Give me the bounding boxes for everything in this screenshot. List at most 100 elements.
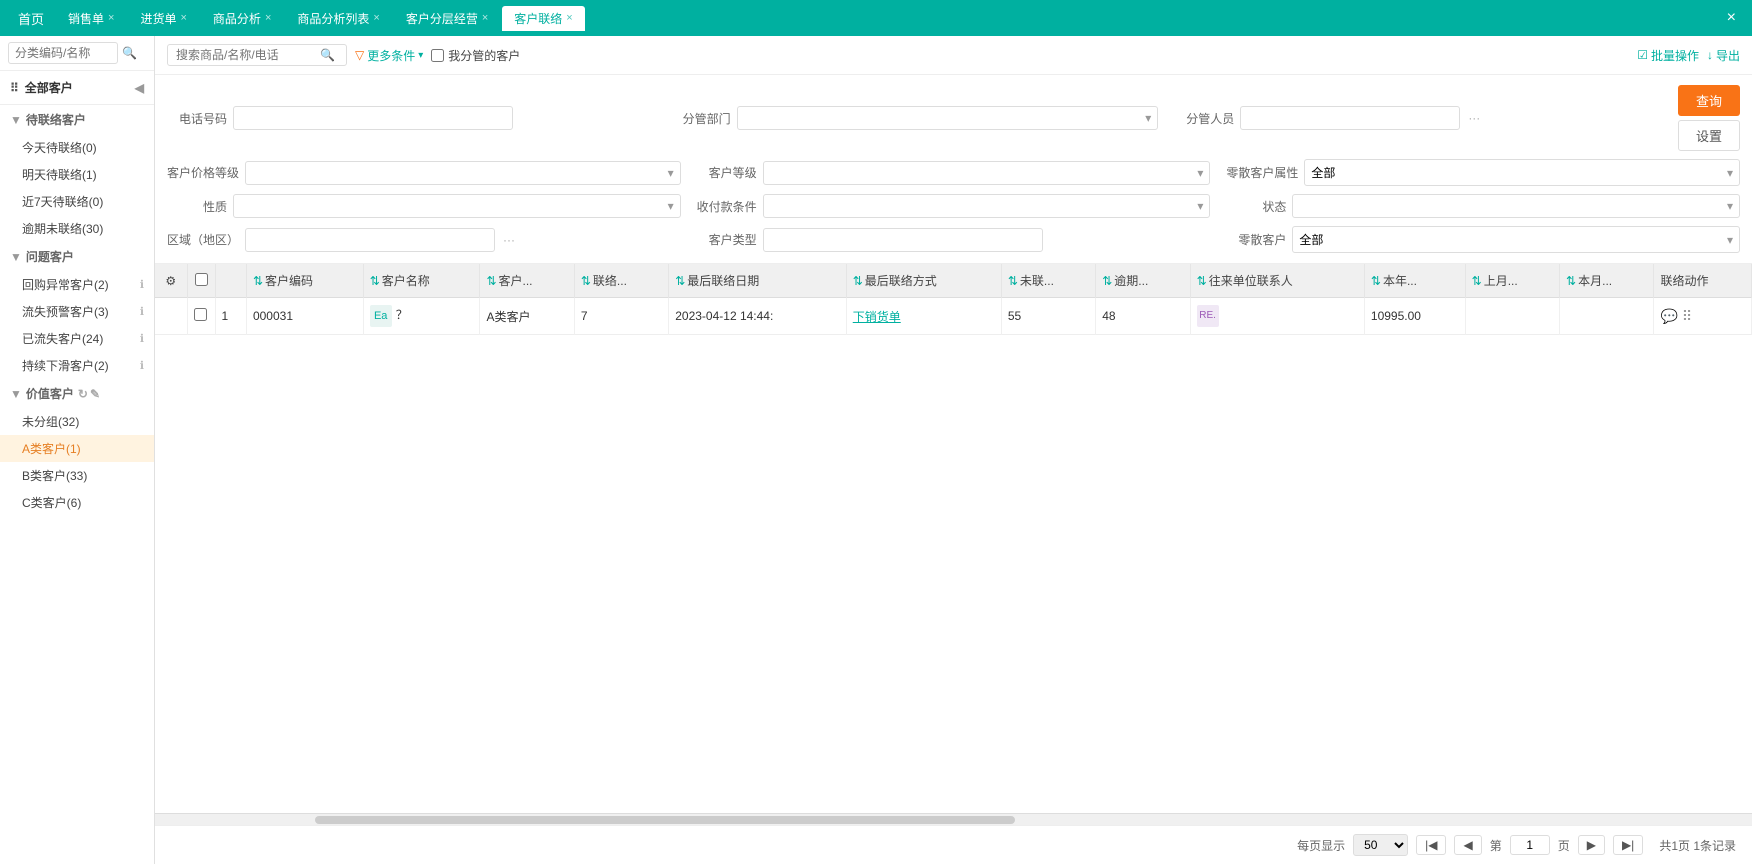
- action-buttons: ☑ 批量操作 ↓ 导出: [1637, 47, 1740, 64]
- more-filters-btn[interactable]: ▽ 更多条件 ▾: [355, 47, 423, 64]
- row-checkbox[interactable]: [194, 308, 207, 321]
- arrow-down-icon2: ▼: [10, 250, 22, 264]
- select-price-level[interactable]: ▾: [245, 161, 681, 185]
- per-page-select[interactable]: 50 100 200: [1353, 834, 1408, 856]
- sidebar-all-customers[interactable]: ⠿ 全部客户 ◀: [0, 71, 154, 105]
- first-page-btn[interactable]: |◀: [1416, 835, 1446, 855]
- td-last-method: 下销货单: [846, 298, 1001, 335]
- field-customer-level: 客户等级 ▾: [697, 161, 1211, 185]
- sidebar-item-abnormal[interactable]: 回购异常客户(2) ℹ: [0, 271, 154, 298]
- dots-icon-manager[interactable]: ···: [1468, 111, 1480, 125]
- nav-tab-customer-contact[interactable]: 客户联络 ×: [502, 6, 584, 31]
- sidebar-item-overdue[interactable]: 逾期未联络(30): [0, 215, 154, 242]
- scrollbar-thumb[interactable]: [315, 816, 1015, 824]
- select-all-checkbox[interactable]: [195, 273, 208, 286]
- select-dept[interactable]: ▾: [737, 106, 1159, 130]
- sidebar-search-icon[interactable]: 🔍: [122, 46, 137, 60]
- label-region: 区域（地区）: [167, 231, 239, 248]
- th-level[interactable]: ⇅客户...: [480, 264, 574, 298]
- close-tab-customer-contact[interactable]: ×: [566, 12, 572, 24]
- th-this-year[interactable]: ⇅本年...: [1364, 264, 1465, 298]
- th-not-contact[interactable]: ⇅未联...: [1001, 264, 1095, 298]
- th-company-contact[interactable]: ⇅往来单位联系人: [1190, 264, 1364, 298]
- nav-tab-product-analysis[interactable]: 商品分析 ×: [201, 6, 283, 31]
- sidebar-search-input[interactable]: [8, 42, 118, 64]
- prev-page-btn[interactable]: ◀: [1454, 835, 1481, 855]
- sidebar-item-churn-warning[interactable]: 流失预警客户(3) ℹ: [0, 298, 154, 325]
- close-tab-sales[interactable]: ×: [108, 12, 114, 24]
- th-overdue[interactable]: ⇅逾期...: [1096, 264, 1190, 298]
- close-all-tabs[interactable]: ×: [1719, 5, 1744, 31]
- collapse-icon: ◀: [135, 81, 144, 95]
- refresh-icon[interactable]: ↻: [78, 387, 88, 401]
- close-tab-product-list[interactable]: ×: [373, 12, 379, 24]
- input-phone[interactable]: [233, 106, 513, 130]
- sidebar-item-tomorrow[interactable]: 明天待联络(1): [0, 161, 154, 188]
- td-level: A类客户: [480, 298, 574, 335]
- td-this-month: [1560, 298, 1654, 335]
- th-name[interactable]: ⇅客户名称: [363, 264, 480, 298]
- th-code[interactable]: ⇅客户编码: [246, 264, 363, 298]
- contact-icon-btn[interactable]: 💬: [1660, 308, 1677, 325]
- chevron-down-icon: ▾: [418, 50, 423, 61]
- sidebar-item-declining[interactable]: 持续下滑客户(2) ℹ: [0, 352, 154, 379]
- section-problem-customers[interactable]: ▼ 问题客户: [0, 242, 154, 271]
- sidebar-search-area: 🔍: [0, 36, 154, 71]
- input-manager[interactable]: [1240, 106, 1460, 130]
- th-last-date[interactable]: ⇅最后联络日期: [669, 264, 847, 298]
- next-page-btn[interactable]: ▶: [1578, 835, 1605, 855]
- section-pending-contact[interactable]: ▼ 待联络客户: [0, 105, 154, 134]
- settings-button[interactable]: 设置: [1678, 120, 1740, 151]
- th-seq: [215, 264, 246, 298]
- main-search-input[interactable]: [176, 48, 316, 62]
- input-region[interactable]: [245, 228, 495, 252]
- select-scatter-attr[interactable]: 全部 ▾: [1304, 159, 1740, 186]
- select-scatter[interactable]: 全部 ▾: [1292, 226, 1740, 253]
- dots-icon-region[interactable]: ···: [503, 233, 515, 247]
- sidebar-item-ungroup[interactable]: 未分组(32): [0, 408, 154, 435]
- last-page-btn[interactable]: ▶|: [1613, 835, 1643, 855]
- more-action-btn[interactable]: ⠿: [1682, 308, 1692, 325]
- nav-tab-sales[interactable]: 销售单 ×: [56, 6, 126, 31]
- nav-home[interactable]: 首页: [8, 5, 54, 32]
- close-tab-purchase[interactable]: ×: [180, 12, 186, 24]
- export-btn[interactable]: ↓ 导出: [1707, 47, 1740, 64]
- my-customers-checkbox[interactable]: [431, 49, 444, 62]
- horizontal-scrollbar[interactable]: [155, 813, 1752, 825]
- th-last-month[interactable]: ⇅上月...: [1465, 264, 1559, 298]
- label-scatter-attr: 零散客户属性: [1226, 164, 1298, 181]
- th-this-month[interactable]: ⇅本月...: [1560, 264, 1654, 298]
- nav-tab-product-list[interactable]: 商品分析列表 ×: [285, 6, 391, 31]
- section-value-customers[interactable]: ▼ 价值客户 ↻ ✎: [0, 379, 154, 408]
- select-nature[interactable]: ▾: [233, 194, 681, 218]
- sidebar-item-class-c[interactable]: C类客户(6): [0, 489, 154, 516]
- page-input[interactable]: [1510, 835, 1550, 855]
- sidebar-item-today[interactable]: 今天待联络(0): [0, 134, 154, 161]
- sidebar-item-class-b[interactable]: B类客户(33): [0, 462, 154, 489]
- per-page-label: 每页显示: [1297, 837, 1345, 854]
- nav-tab-customer-tier[interactable]: 客户分层经营 ×: [394, 6, 500, 31]
- nav-tab-purchase[interactable]: 进货单 ×: [128, 6, 198, 31]
- sidebar-item-class-a[interactable]: A类客户(1): [0, 435, 154, 462]
- th-last-method[interactable]: ⇅最后联络方式: [846, 264, 1001, 298]
- search-button[interactable]: 查询: [1678, 85, 1740, 116]
- label-nature: 性质: [167, 198, 227, 215]
- th-action: 联络动作: [1654, 264, 1752, 298]
- select-customer-level[interactable]: ▾: [763, 161, 1211, 185]
- top-navigation: 首页 销售单 × 进货单 × 商品分析 × 商品分析列表 × 客户分层经营 × …: [0, 0, 1752, 36]
- total-records: 共1页 1条记录: [1659, 837, 1736, 854]
- close-tab-customer-tier[interactable]: ×: [482, 12, 488, 24]
- sidebar-item-7days[interactable]: 近7天待联络(0): [0, 188, 154, 215]
- main-search-icon[interactable]: 🔍: [320, 48, 335, 62]
- select-status[interactable]: ▾: [1292, 194, 1740, 218]
- td-contact: 7: [574, 298, 668, 335]
- th-contact[interactable]: ⇅联络...: [574, 264, 668, 298]
- close-tab-product-analysis[interactable]: ×: [265, 12, 271, 24]
- sidebar-item-churned[interactable]: 已流失客户(24) ℹ: [0, 325, 154, 352]
- batch-operation-btn[interactable]: ☑ 批量操作: [1637, 47, 1699, 64]
- last-method-link[interactable]: 下销货单: [853, 310, 901, 324]
- select-payment[interactable]: ▾: [763, 194, 1211, 218]
- th-settings[interactable]: ⚙: [155, 264, 187, 298]
- input-customer-type[interactable]: [763, 228, 1043, 252]
- edit-icon[interactable]: ✎: [90, 387, 100, 401]
